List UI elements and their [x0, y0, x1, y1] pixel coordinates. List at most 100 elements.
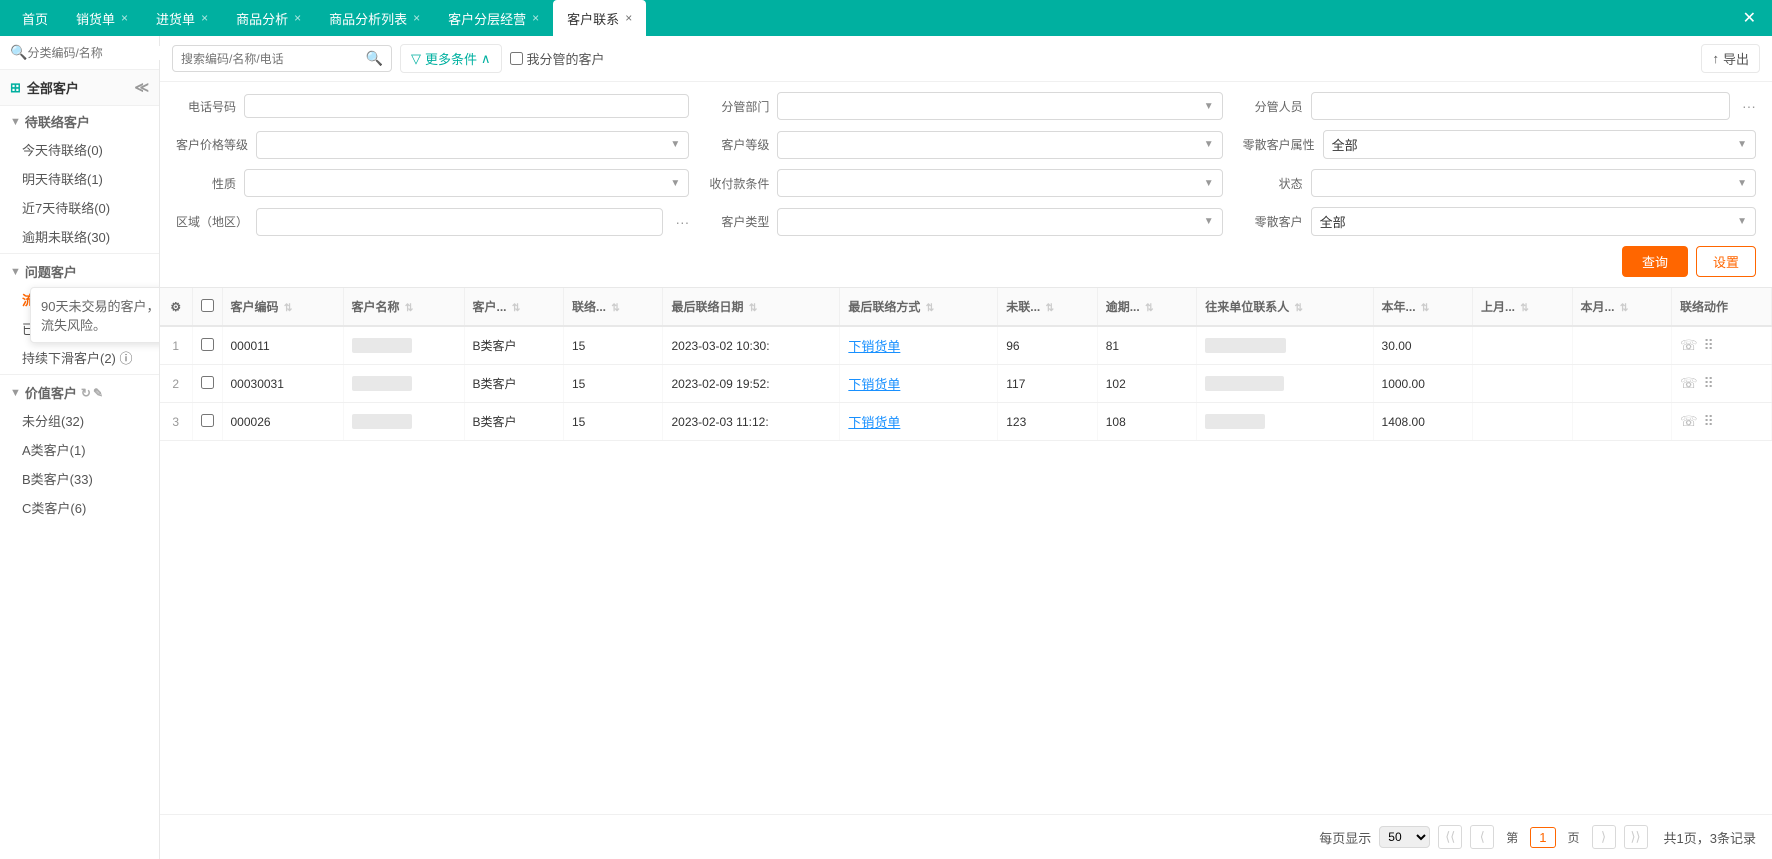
row1-check[interactable] — [201, 338, 214, 351]
region-dots-btn[interactable]: ··· — [675, 214, 689, 230]
last-month-sort-icon[interactable]: ⇅ — [1520, 303, 1528, 314]
row1-last-method[interactable]: 下销货单 — [840, 326, 998, 365]
export-icon: ↑ — [1712, 51, 1719, 66]
sidebar-item-class-a[interactable]: A类客户(1) — [0, 435, 159, 464]
next-page-btn[interactable]: ⟩ — [1592, 825, 1616, 849]
name-sort-icon[interactable]: ⇅ — [405, 303, 413, 314]
code-sort-icon[interactable]: ⇅ — [284, 303, 292, 314]
filter-scatter-attr-select[interactable]: 全部 ▼ — [1323, 130, 1756, 159]
filter-payment-select[interactable]: ▼ — [777, 169, 1222, 197]
sidebar: 🔍 ⊞ 全部客户 ≪ ▼ 待联络客户 今天待联络(0) 明天待联络(1) 近7天 — [0, 36, 160, 859]
sidebar-group-problem[interactable]: ▼ 问题客户 — [0, 256, 159, 285]
close-window-btn[interactable]: ✕ — [1735, 8, 1764, 28]
table-body: 1 000011 ████ B类客户 15 2023-03-02 10:30: … — [160, 326, 1772, 441]
row1-checkbox[interactable] — [192, 326, 222, 365]
tab-product-list[interactable]: 商品分析列表 × — [315, 0, 434, 36]
contact-person-sort-icon[interactable]: ⇅ — [1295, 303, 1303, 314]
row3-method-link[interactable]: 下销货单 — [848, 415, 900, 430]
tab-product-list-close[interactable]: × — [413, 11, 420, 25]
sidebar-item-7days[interactable]: 近7天待联络(0) — [0, 193, 159, 222]
filter-cust-type-select[interactable]: ▼ — [777, 208, 1222, 236]
tab-purchase[interactable]: 进货单 × — [142, 0, 222, 36]
last-page-btn[interactable]: ⟩⟩ — [1624, 825, 1648, 849]
tab-customer-contact[interactable]: 客户联系 × — [553, 0, 646, 36]
row3-checkbox[interactable] — [192, 403, 222, 441]
th-checkbox[interactable] — [192, 288, 222, 326]
settings-btn[interactable]: 设置 — [1696, 246, 1756, 277]
this-year-sort-icon[interactable]: ⇅ — [1421, 303, 1429, 314]
tab-purchase-close[interactable]: × — [201, 11, 208, 25]
value-group-edit[interactable]: ✎ — [93, 386, 103, 400]
search-btn-icon[interactable]: 🔍 — [366, 50, 383, 67]
sidebar-group-pending[interactable]: ▼ 待联络客户 — [0, 106, 159, 135]
search-input[interactable] — [181, 52, 366, 66]
scatter-attr-arrow: ▼ — [1737, 139, 1747, 150]
row3-more-icon[interactable]: ⠿ — [1704, 413, 1714, 430]
first-page-btn[interactable]: ⟨⟨ — [1438, 825, 1462, 849]
filter-region-select[interactable] — [256, 208, 663, 236]
filter-scatter-select[interactable]: 全部 ▼ — [1311, 207, 1756, 236]
manager-dots-btn[interactable]: ··· — [1742, 98, 1756, 114]
tab-product-analysis[interactable]: 商品分析 × — [222, 0, 315, 36]
last-method-sort-icon[interactable]: ⇅ — [926, 303, 934, 314]
tab-product-analysis-close[interactable]: × — [294, 11, 301, 25]
tab-customer-contact-close[interactable]: × — [625, 11, 632, 25]
tab-sales[interactable]: 销货单 × — [62, 0, 142, 36]
row2-phone-icon[interactable]: ☏ — [1680, 375, 1698, 392]
th-settings[interactable]: ⚙ — [160, 288, 192, 326]
sidebar-item-class-c[interactable]: C类客户(6) — [0, 493, 159, 522]
tab-sales-close[interactable]: × — [121, 11, 128, 25]
row2-last-method[interactable]: 下销货单 — [840, 365, 998, 403]
prev-page-btn[interactable]: ⟨ — [1470, 825, 1494, 849]
tab-home[interactable]: 首页 — [8, 0, 62, 36]
filter-dept-select[interactable]: ▼ — [777, 92, 1222, 120]
tab-product-analysis-label: 商品分析 — [236, 9, 288, 28]
select-all-checkbox[interactable] — [201, 299, 214, 312]
row1-phone-icon[interactable]: ☏ — [1680, 337, 1698, 354]
filter-grade-select[interactable]: ▼ — [777, 131, 1222, 159]
contact-sort-icon[interactable]: ⇅ — [611, 303, 619, 314]
filter-phone-input[interactable] — [244, 94, 689, 118]
not-contacted-sort-icon[interactable]: ⇅ — [1046, 303, 1054, 314]
row2-check[interactable] — [201, 376, 214, 389]
tab-bar: 首页 销货单 × 进货单 × 商品分析 × 商品分析列表 × 客户分层经营 × … — [0, 0, 1772, 36]
row2-method-link[interactable]: 下销货单 — [848, 377, 900, 392]
row3-last-method[interactable]: 下销货单 — [840, 403, 998, 441]
value-group-refresh[interactable]: ↻ — [81, 386, 91, 400]
row2-more-icon[interactable]: ⠿ — [1704, 375, 1714, 392]
collapse-btn[interactable]: ≪ — [134, 79, 149, 96]
filter-price-grade-select[interactable]: ▼ — [256, 131, 689, 159]
filter-status-select[interactable]: ▼ — [1311, 169, 1756, 197]
row1-method-link[interactable]: 下销货单 — [848, 339, 900, 354]
sidebar-item-class-b[interactable]: B类客户(33) — [0, 464, 159, 493]
type-sort-icon[interactable]: ⇅ — [512, 303, 520, 314]
more-conditions-btn[interactable]: ▽ 更多条件 ∧ — [400, 44, 502, 73]
row3-overdue: 108 — [1097, 403, 1196, 441]
pagination-bar: 每页显示 50 100 200 ⟨⟨ ⟨ 第 1 页 ⟩ ⟩⟩ 共1页，3条记录 — [160, 814, 1772, 859]
row3-check[interactable] — [201, 414, 214, 427]
my-customers-checkbox[interactable] — [510, 52, 523, 65]
query-btn[interactable]: 查询 — [1622, 246, 1688, 277]
sidebar-group-value[interactable]: ▼ 价值客户 ↻ ✎ — [0, 377, 159, 406]
sidebar-item-declining[interactable]: 持续下滑客户(2) ⓘ — [0, 343, 159, 372]
sidebar-item-today[interactable]: 今天待联络(0) — [0, 135, 159, 164]
per-page-select[interactable]: 50 100 200 — [1379, 826, 1430, 848]
overdue-sort-icon[interactable]: ⇅ — [1145, 303, 1153, 314]
row2-checkbox[interactable] — [192, 365, 222, 403]
row3-num: 3 — [160, 403, 192, 441]
export-btn[interactable]: ↑ 导出 — [1701, 44, 1760, 73]
sidebar-item-tomorrow[interactable]: 明天待联络(1) — [0, 164, 159, 193]
last-date-sort-icon[interactable]: ⇅ — [749, 303, 757, 314]
tab-customer-layer[interactable]: 客户分层经营 × — [434, 0, 553, 36]
row1-more-icon[interactable]: ⠿ — [1704, 337, 1714, 354]
my-customers-checkbox-label[interactable]: 我分管的客户 — [510, 49, 605, 68]
sidebar-item-overdue-contact[interactable]: 逾期未联络(30) — [0, 222, 159, 251]
sidebar-all-customers[interactable]: ⊞ 全部客户 ≪ — [0, 70, 159, 106]
sidebar-item-ungroup[interactable]: 未分组(32) — [0, 406, 159, 435]
filter-nature-select[interactable]: ▼ — [244, 169, 689, 197]
filter-manager-select[interactable] — [1311, 92, 1730, 120]
main-layout: 🔍 ⊞ 全部客户 ≪ ▼ 待联络客户 今天待联络(0) 明天待联络(1) 近7天 — [0, 36, 1772, 859]
row3-phone-icon[interactable]: ☏ — [1680, 413, 1698, 430]
tab-customer-layer-close[interactable]: × — [532, 11, 539, 25]
this-month-sort-icon[interactable]: ⇅ — [1620, 303, 1628, 314]
